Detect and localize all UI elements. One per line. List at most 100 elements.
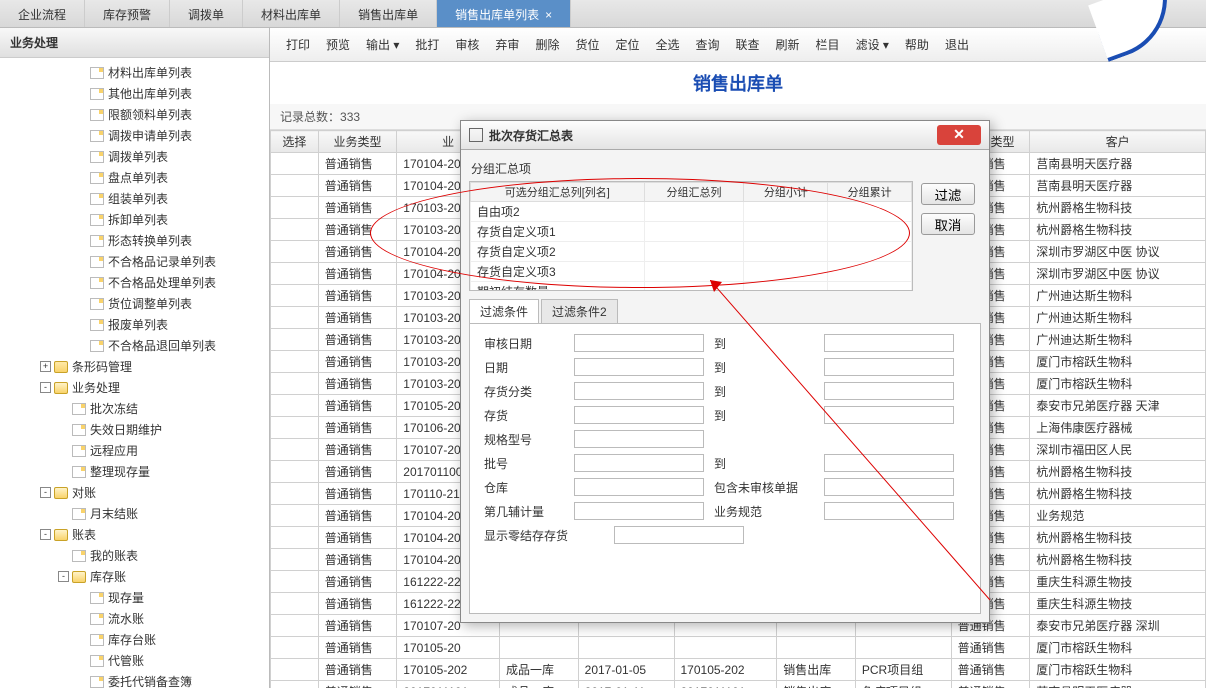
tree-toggle-icon[interactable]: + <box>40 361 51 372</box>
toolbar-item[interactable]: 刷新 <box>770 34 806 55</box>
toolbar-item[interactable]: 审核 <box>449 34 485 55</box>
group-row[interactable]: 存货自定义项2 <box>471 242 912 262</box>
tree-item[interactable]: 形态转换单列表 <box>0 230 269 251</box>
toolbar-item[interactable]: 定位 <box>609 34 645 55</box>
tree-item[interactable]: 现存量 <box>0 587 269 608</box>
show-zero-input[interactable] <box>614 526 744 544</box>
tree-item[interactable]: 月末结账 <box>0 503 269 524</box>
column-header[interactable]: 业务类型 <box>318 131 397 153</box>
filter-tab-1[interactable]: 过滤条件 <box>469 299 539 323</box>
filter-button[interactable]: 过滤 <box>921 183 975 205</box>
toolbar-item[interactable]: 预览 <box>320 34 356 55</box>
toolbar-item[interactable]: 滤设 ▾ <box>850 34 895 55</box>
tree-item[interactable]: -账表 <box>0 524 269 545</box>
tree-item-label: 调拨申请单列表 <box>108 127 192 144</box>
table-row[interactable]: 普通销售170105-20普通销售厦门市榕跃生物科 <box>271 637 1206 659</box>
tree-toggle-icon <box>76 214 87 225</box>
inv-class-from[interactable] <box>574 382 704 400</box>
table-row[interactable]: 普通销售2017011101成品一库2017-01-112017011101销售… <box>271 681 1206 688</box>
dialog-titlebar[interactable]: 批次存货汇总表 ✕ <box>461 121 989 150</box>
tree-item[interactable]: 材料出库单列表 <box>0 62 269 83</box>
group-column-header[interactable]: 分组累计 <box>828 183 912 202</box>
toolbar-item[interactable]: 批打 <box>409 34 445 55</box>
toolbar-item[interactable]: 栏目 <box>810 34 846 55</box>
group-column-header[interactable]: 可选分组汇总列[列名] <box>471 183 645 202</box>
inventory-to[interactable] <box>824 406 954 424</box>
tree-item[interactable]: 调拨申请单列表 <box>0 125 269 146</box>
tree-item[interactable]: 组装单列表 <box>0 188 269 209</box>
tree-item[interactable]: 远程应用 <box>0 440 269 461</box>
tree-toggle-icon[interactable]: - <box>40 382 51 393</box>
document-tab[interactable]: 库存预警 <box>85 0 170 27</box>
tree-toggle-icon[interactable]: - <box>40 529 51 540</box>
audit-date-to[interactable] <box>824 334 954 352</box>
group-column-header[interactable]: 分组汇总列 <box>644 183 744 202</box>
cancel-button[interactable]: 取消 <box>921 213 975 235</box>
tree-item[interactable]: 委托代销备查簿 <box>0 671 269 688</box>
table-row[interactable]: 普通销售170105-202成品一库2017-01-05170105-202销售… <box>271 659 1206 681</box>
toolbar-item[interactable]: 打印 <box>280 34 316 55</box>
tree-item[interactable]: 流水账 <box>0 608 269 629</box>
dialog-close-button[interactable]: ✕ <box>937 125 981 145</box>
tree-item[interactable]: -对账 <box>0 482 269 503</box>
tree-item[interactable]: 批次冻结 <box>0 398 269 419</box>
tree-toggle-icon[interactable]: - <box>58 571 69 582</box>
toolbar-item[interactable]: 货位 <box>569 34 605 55</box>
toolbar-item[interactable]: 输出 ▾ <box>360 34 405 55</box>
tree-item[interactable]: -业务处理 <box>0 377 269 398</box>
date-to[interactable] <box>824 358 954 376</box>
tree-item[interactable]: 拆卸单列表 <box>0 209 269 230</box>
audit-date-from[interactable] <box>574 334 704 352</box>
group-row[interactable]: 期初结存数量 <box>471 282 912 292</box>
warehouse-input[interactable] <box>574 478 704 496</box>
date-from[interactable] <box>574 358 704 376</box>
spec-input[interactable] <box>574 430 704 448</box>
tree-item[interactable]: 库存台账 <box>0 629 269 650</box>
tree-item[interactable]: 限额领料单列表 <box>0 104 269 125</box>
tree-item[interactable]: +条形码管理 <box>0 356 269 377</box>
document-tab[interactable]: 调拨单 <box>170 0 243 27</box>
tree-item[interactable]: 代管账 <box>0 650 269 671</box>
tree-item[interactable]: 其他出库单列表 <box>0 83 269 104</box>
batch-to[interactable] <box>824 454 954 472</box>
tree-item[interactable]: 报废单列表 <box>0 314 269 335</box>
include-unaudited-input[interactable] <box>824 478 954 496</box>
toolbar-item[interactable]: 删除 <box>529 34 565 55</box>
toolbar-item[interactable]: 查询 <box>690 34 726 55</box>
tree-item[interactable]: 盘点单列表 <box>0 167 269 188</box>
tree-item[interactable]: 不合格品退回单列表 <box>0 335 269 356</box>
document-tab[interactable]: 企业流程 <box>0 0 85 27</box>
tree-item[interactable]: 不合格品记录单列表 <box>0 251 269 272</box>
page-icon <box>90 172 104 184</box>
tree-item[interactable]: 整理现存量 <box>0 461 269 482</box>
group-row[interactable]: 存货自定义项3 <box>471 262 912 282</box>
close-icon[interactable]: × <box>545 8 552 22</box>
toolbar-item[interactable]: 全选 <box>649 34 685 55</box>
group-columns-grid[interactable]: 可选分组汇总列[列名]分组汇总列分组小计分组累计自由项2存货自定义项1存货自定义… <box>469 181 913 291</box>
inv-class-to[interactable] <box>824 382 954 400</box>
document-tab[interactable]: 销售出库单 <box>340 0 437 27</box>
toolbar-item[interactable]: 退出 <box>939 34 975 55</box>
group-row[interactable]: 自由项2 <box>471 202 912 222</box>
filter-tab-2[interactable]: 过滤条件2 <box>541 299 618 323</box>
column-header[interactable]: 客户 <box>1030 131 1206 153</box>
tree-item[interactable]: 我的账表 <box>0 545 269 566</box>
tree-item[interactable]: 货位调整单列表 <box>0 293 269 314</box>
toolbar-item[interactable]: 帮助 <box>899 34 935 55</box>
nth-aux-input[interactable] <box>574 502 704 520</box>
biz-spec-input[interactable] <box>824 502 954 520</box>
tree-item[interactable]: -库存账 <box>0 566 269 587</box>
tree-item[interactable]: 失效日期维护 <box>0 419 269 440</box>
group-row[interactable]: 存货自定义项1 <box>471 222 912 242</box>
batch-from[interactable] <box>574 454 704 472</box>
document-tab[interactable]: 材料出库单 <box>243 0 340 27</box>
toolbar-item[interactable]: 联查 <box>730 34 766 55</box>
column-header[interactable]: 选择 <box>271 131 319 153</box>
group-column-header[interactable]: 分组小计 <box>744 183 828 202</box>
document-tab[interactable]: 销售出库单列表× <box>437 0 571 27</box>
tree-toggle-icon[interactable]: - <box>40 487 51 498</box>
tree-item[interactable]: 调拨单列表 <box>0 146 269 167</box>
inventory-from[interactable] <box>574 406 704 424</box>
tree-item[interactable]: 不合格品处理单列表 <box>0 272 269 293</box>
toolbar-item[interactable]: 弃审 <box>489 34 525 55</box>
